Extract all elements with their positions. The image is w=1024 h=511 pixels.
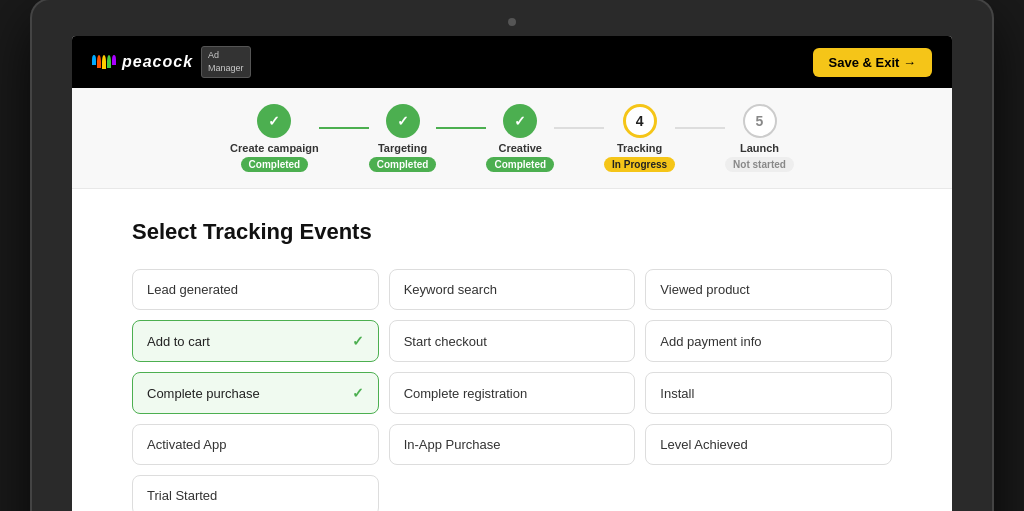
save-exit-button[interactable]: Save & Exit → [813,48,932,77]
step-3-label: Creative [499,142,542,154]
check-icon: ✓ [352,333,364,349]
event-trial-started[interactable]: Trial Started [132,475,379,511]
step-1-label: Create campaign [230,142,319,154]
screen: peacock AdManager Save & Exit → ✓ Create… [72,36,952,511]
step-tracking: 4 Tracking In Progress [604,104,675,172]
step-3-circle: ✓ [503,104,537,138]
event-label: Install [660,386,694,401]
connector-4 [675,127,725,129]
event-add-to-cart[interactable]: Add to cart ✓ [132,320,379,362]
event-keyword-search[interactable]: Keyword search [389,269,636,310]
step-5-circle: 5 [743,104,777,138]
step-creative: ✓ Creative Completed [486,104,554,172]
event-label: Viewed product [660,282,749,297]
event-label: Add payment info [660,334,761,349]
peacock-feathers [92,55,116,69]
event-label: Start checkout [404,334,487,349]
peacock-logo: peacock [92,53,193,71]
event-label: Trial Started [147,488,217,503]
step-targeting: ✓ Targeting Completed [369,104,437,172]
laptop-wrapper: peacock AdManager Save & Exit → ✓ Create… [32,0,992,511]
event-lead-generated[interactable]: Lead generated [132,269,379,310]
event-label: Complete purchase [147,386,260,401]
step-3-status: Completed [486,157,554,172]
connector-2 [436,127,486,129]
connector-3 [554,127,604,129]
step-2-status: Completed [369,157,437,172]
step-create-campaign: ✓ Create campaign Completed [230,104,319,172]
event-activated-app[interactable]: Activated App [132,424,379,465]
event-in-app-purchase[interactable]: In-App Purchase [389,424,636,465]
event-label: In-App Purchase [404,437,501,452]
step-5-label: Launch [740,142,779,154]
event-label: Keyword search [404,282,497,297]
top-nav: peacock AdManager Save & Exit → [72,36,952,88]
step-1-status: Completed [241,157,309,172]
step-launch: 5 Launch Not started [725,104,794,172]
step-1-circle: ✓ [257,104,291,138]
progress-area: ✓ Create campaign Completed ✓ Targeting … [72,88,952,189]
step-4-label: Tracking [617,142,662,154]
screen-bezel: peacock AdManager Save & Exit → ✓ Create… [32,0,992,511]
event-install[interactable]: Install [645,372,892,414]
camera [508,18,516,26]
step-2-label: Targeting [378,142,427,154]
section-title: Select Tracking Events [132,219,892,245]
event-complete-registration[interactable]: Complete registration [389,372,636,414]
tracking-events-grid: Lead generated Keyword search Viewed pro… [132,269,892,511]
step-5-status: Not started [725,157,794,172]
feather-2 [97,55,101,68]
connector-1 [319,127,369,129]
feather-3 [102,55,106,69]
step-2-circle: ✓ [386,104,420,138]
event-complete-purchase[interactable]: Complete purchase ✓ [132,372,379,414]
event-label: Activated App [147,437,227,452]
event-label: Lead generated [147,282,238,297]
logo-text: peacock [122,53,193,71]
check-icon: ✓ [352,385,364,401]
event-add-payment-info[interactable]: Add payment info [645,320,892,362]
feather-5 [112,55,116,65]
event-viewed-product[interactable]: Viewed product [645,269,892,310]
feather-4 [107,55,111,68]
step-4-circle: 4 [623,104,657,138]
event-level-achieved[interactable]: Level Achieved [645,424,892,465]
event-label: Complete registration [404,386,528,401]
event-label: Level Achieved [660,437,747,452]
event-label: Add to cart [147,334,210,349]
step-4-status: In Progress [604,157,675,172]
event-start-checkout[interactable]: Start checkout [389,320,636,362]
ad-manager-badge: AdManager [201,46,251,77]
main-content: Select Tracking Events Lead generated Ke… [72,189,952,511]
logo-area: peacock AdManager [92,46,251,77]
feather-1 [92,55,96,65]
